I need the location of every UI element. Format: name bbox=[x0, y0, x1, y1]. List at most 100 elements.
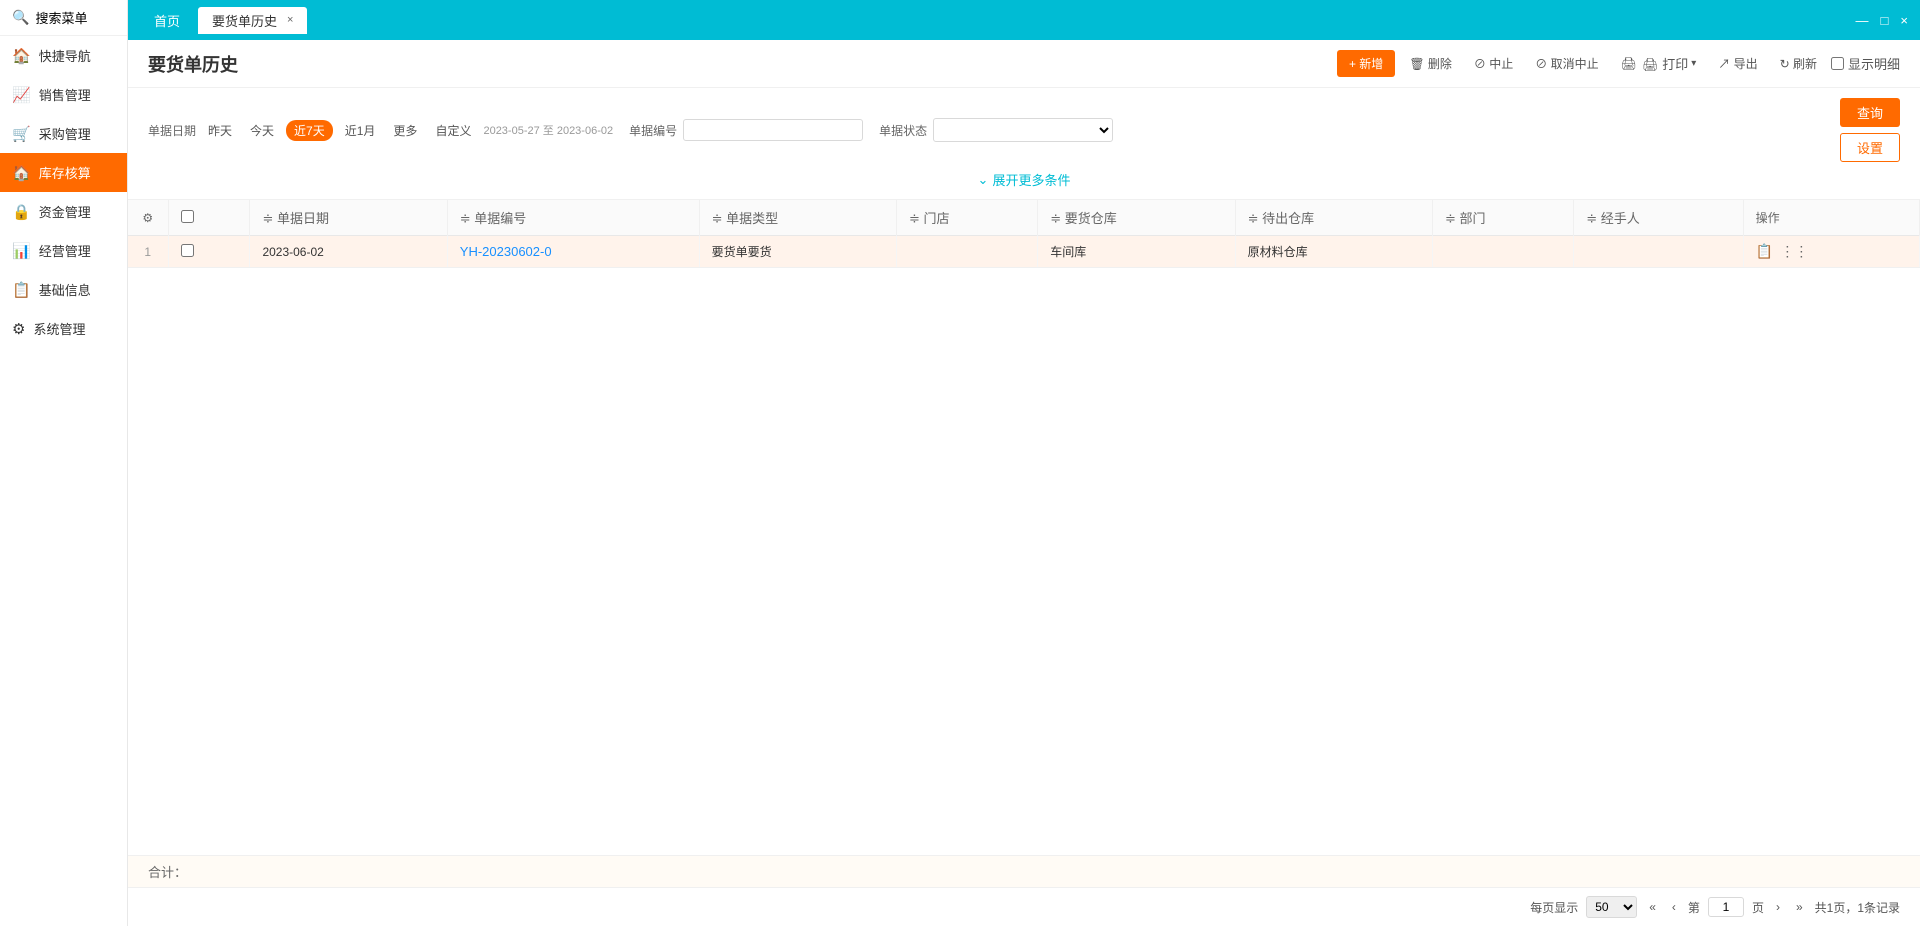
table-area: ⚙ ≑ 单据日期 ≑ 单据编号 ≑ 单据类型 ≑ 门店 bbox=[128, 200, 1920, 855]
col-order-type-label: ≑ 单据类型 bbox=[712, 211, 779, 226]
row-operations: 📋 ⋮⋮ bbox=[1743, 236, 1919, 268]
cancel-stop-button[interactable]: ⊘ 取消中止 bbox=[1527, 51, 1606, 76]
date-btn-yesterday[interactable]: 昨天 bbox=[202, 120, 238, 141]
refresh-button[interactable]: ↻ 刷新 bbox=[1772, 51, 1825, 76]
filter-area: 单据日期 昨天 今天 近7天 近1月 更多 自定义 2023-05-27 至 2… bbox=[128, 88, 1920, 200]
col-store[interactable]: ≑ 门店 bbox=[897, 200, 1038, 236]
col-handler-label: ≑ 经手人 bbox=[1586, 211, 1640, 226]
tab-active[interactable]: 要货单历史 × bbox=[198, 7, 307, 34]
page-title: 要货单历史 bbox=[148, 51, 1329, 77]
row-edit-icon[interactable]: 📋 bbox=[1756, 243, 1773, 259]
per-page-select[interactable]: 50 100 200 bbox=[1586, 896, 1637, 918]
row-req-warehouse: 车间库 bbox=[1038, 236, 1235, 268]
row-select-checkbox[interactable] bbox=[181, 244, 194, 257]
row-handler bbox=[1574, 236, 1743, 268]
data-table: ⚙ ≑ 单据日期 ≑ 单据编号 ≑ 单据类型 ≑ 门店 bbox=[128, 200, 1920, 268]
row-pending-warehouse: 原材料仓库 bbox=[1235, 236, 1432, 268]
row-date: 2023-06-02 bbox=[250, 236, 447, 268]
sidebar-item-quick-nav[interactable]: 🏠 快捷导航 bbox=[0, 36, 127, 75]
export-button[interactable]: ↗ 导出 bbox=[1710, 51, 1765, 76]
content: 要货单历史 + 新增 🗑 删除 ⊘ 中止 ⊘ 取消中止 🖨 🖨 打印 ▾ ↗ 导… bbox=[128, 40, 1920, 926]
purchase-icon: 🛒 bbox=[12, 125, 31, 143]
next-page-btn[interactable]: › bbox=[1772, 898, 1784, 916]
table-row: 1 2023-06-02 YH-20230602-0 要货单要货 车间库 原材料… bbox=[128, 236, 1920, 268]
col-department[interactable]: ≑ 部门 bbox=[1432, 200, 1573, 236]
col-date-label: ≑ 单据日期 bbox=[262, 211, 329, 226]
sales-icon: 📈 bbox=[12, 86, 31, 104]
status-select[interactable] bbox=[933, 118, 1113, 142]
print-dropdown-icon: ▾ bbox=[1691, 58, 1696, 69]
col-store-label: ≑ 门店 bbox=[909, 211, 950, 226]
delete-button[interactable]: 🗑 删除 bbox=[1401, 51, 1460, 76]
col-settings[interactable]: ⚙ bbox=[128, 200, 168, 236]
order-no-input[interactable] bbox=[683, 119, 863, 141]
row-num: 1 bbox=[128, 236, 168, 268]
tab-home[interactable]: 首页 bbox=[140, 7, 194, 34]
date-btn-1month[interactable]: 近1月 bbox=[339, 120, 382, 141]
sidebar-item-label: 库存核算 bbox=[39, 163, 91, 182]
total-info: 共1页，1条记录 bbox=[1815, 899, 1900, 916]
row-order-no[interactable]: YH-20230602-0 bbox=[447, 236, 699, 268]
base-icon: 📋 bbox=[12, 281, 31, 299]
page-suffix: 页 bbox=[1752, 899, 1764, 916]
close-tab-icon[interactable]: × bbox=[287, 14, 293, 26]
first-page-btn[interactable]: « bbox=[1645, 898, 1660, 916]
topbar: 首页 要货单历史 × — □ × bbox=[128, 0, 1920, 40]
col-pending-warehouse[interactable]: ≑ 待出仓库 bbox=[1235, 200, 1432, 236]
stop-button[interactable]: ⊘ 中止 bbox=[1466, 51, 1521, 76]
sidebar-item-base[interactable]: 📋 基础信息 bbox=[0, 270, 127, 309]
select-all-checkbox[interactable] bbox=[181, 210, 194, 223]
col-req-warehouse-label: ≑ 要货仓库 bbox=[1050, 211, 1117, 226]
sidebar-item-label: 快捷导航 bbox=[39, 46, 91, 65]
table-footer: 合计： bbox=[128, 855, 1920, 887]
expand-more-btn[interactable]: ⌄ 展开更多条件 bbox=[978, 170, 1071, 189]
toolbar: + 新增 🗑 删除 ⊘ 中止 ⊘ 取消中止 🖨 🖨 打印 ▾ ↗ 导出 ↻ 刷新… bbox=[1337, 50, 1900, 77]
prev-page-btn[interactable]: ‹ bbox=[1668, 898, 1680, 916]
show-detail-text: 显示明细 bbox=[1848, 54, 1900, 73]
filter-settings-button[interactable]: 设置 bbox=[1840, 133, 1900, 162]
page-input[interactable] bbox=[1708, 897, 1744, 917]
date-btn-7days[interactable]: 近7天 bbox=[286, 120, 333, 141]
sidebar-item-purchase[interactable]: 🛒 采购管理 bbox=[0, 114, 127, 153]
finance-icon: 🔒 bbox=[12, 203, 31, 221]
col-date[interactable]: ≑ 单据日期 bbox=[250, 200, 447, 236]
col-handler[interactable]: ≑ 经手人 bbox=[1574, 200, 1743, 236]
row-more-icon[interactable]: ⋮⋮ bbox=[1780, 243, 1808, 259]
sidebar-item-label: 经营管理 bbox=[39, 241, 91, 260]
sidebar-item-operation[interactable]: 📊 经营管理 bbox=[0, 231, 127, 270]
maximize-icon[interactable]: □ bbox=[1881, 13, 1889, 28]
col-req-warehouse[interactable]: ≑ 要货仓库 bbox=[1038, 200, 1235, 236]
sidebar-search[interactable]: 🔍 搜索菜单 bbox=[0, 0, 127, 36]
per-page-label: 每页显示 bbox=[1530, 899, 1578, 916]
tab-home-label: 首页 bbox=[154, 11, 180, 30]
col-order-type[interactable]: ≑ 单据类型 bbox=[699, 200, 896, 236]
sidebar-item-label: 采购管理 bbox=[39, 124, 91, 143]
new-button[interactable]: + 新增 bbox=[1337, 50, 1395, 77]
row-checkbox[interactable] bbox=[168, 236, 250, 268]
close-window-icon[interactable]: × bbox=[1900, 13, 1908, 28]
row-store bbox=[897, 236, 1038, 268]
topbar-controls: — □ × bbox=[1856, 13, 1908, 28]
sidebar-item-system[interactable]: ⚙ 系统管理 bbox=[0, 309, 127, 348]
minimize-icon[interactable]: — bbox=[1856, 13, 1869, 28]
last-page-btn[interactable]: » bbox=[1792, 898, 1807, 916]
date-btn-more[interactable]: 更多 bbox=[387, 120, 423, 141]
expand-label: 展开更多条件 bbox=[992, 170, 1070, 189]
date-btn-today[interactable]: 今天 bbox=[244, 120, 280, 141]
query-button[interactable]: 查询 bbox=[1840, 98, 1900, 127]
sidebar-item-label: 基础信息 bbox=[39, 280, 91, 299]
sidebar-item-inventory[interactable]: 🏠 库存核算 bbox=[0, 153, 127, 192]
sidebar-item-finance[interactable]: 🔒 资金管理 bbox=[0, 192, 127, 231]
operation-icon: 📊 bbox=[12, 242, 31, 260]
date-btn-custom[interactable]: 自定义 bbox=[429, 120, 477, 141]
sidebar-item-sales[interactable]: 📈 销售管理 bbox=[0, 75, 127, 114]
col-order-no[interactable]: ≑ 单据编号 bbox=[447, 200, 699, 236]
col-checkbox[interactable] bbox=[168, 200, 250, 236]
order-no-link[interactable]: YH-20230602-0 bbox=[460, 244, 552, 259]
print-button[interactable]: 🖨 🖨 打印 ▾ bbox=[1613, 50, 1705, 77]
expand-down-icon: ⌄ bbox=[978, 172, 989, 188]
sidebar-item-label: 系统管理 bbox=[33, 319, 85, 338]
show-detail-label[interactable]: 显示明细 bbox=[1831, 54, 1900, 73]
pagination: 每页显示 50 100 200 « ‹ 第 页 › » 共1页，1条记录 bbox=[128, 887, 1920, 926]
show-detail-checkbox[interactable] bbox=[1831, 57, 1844, 70]
